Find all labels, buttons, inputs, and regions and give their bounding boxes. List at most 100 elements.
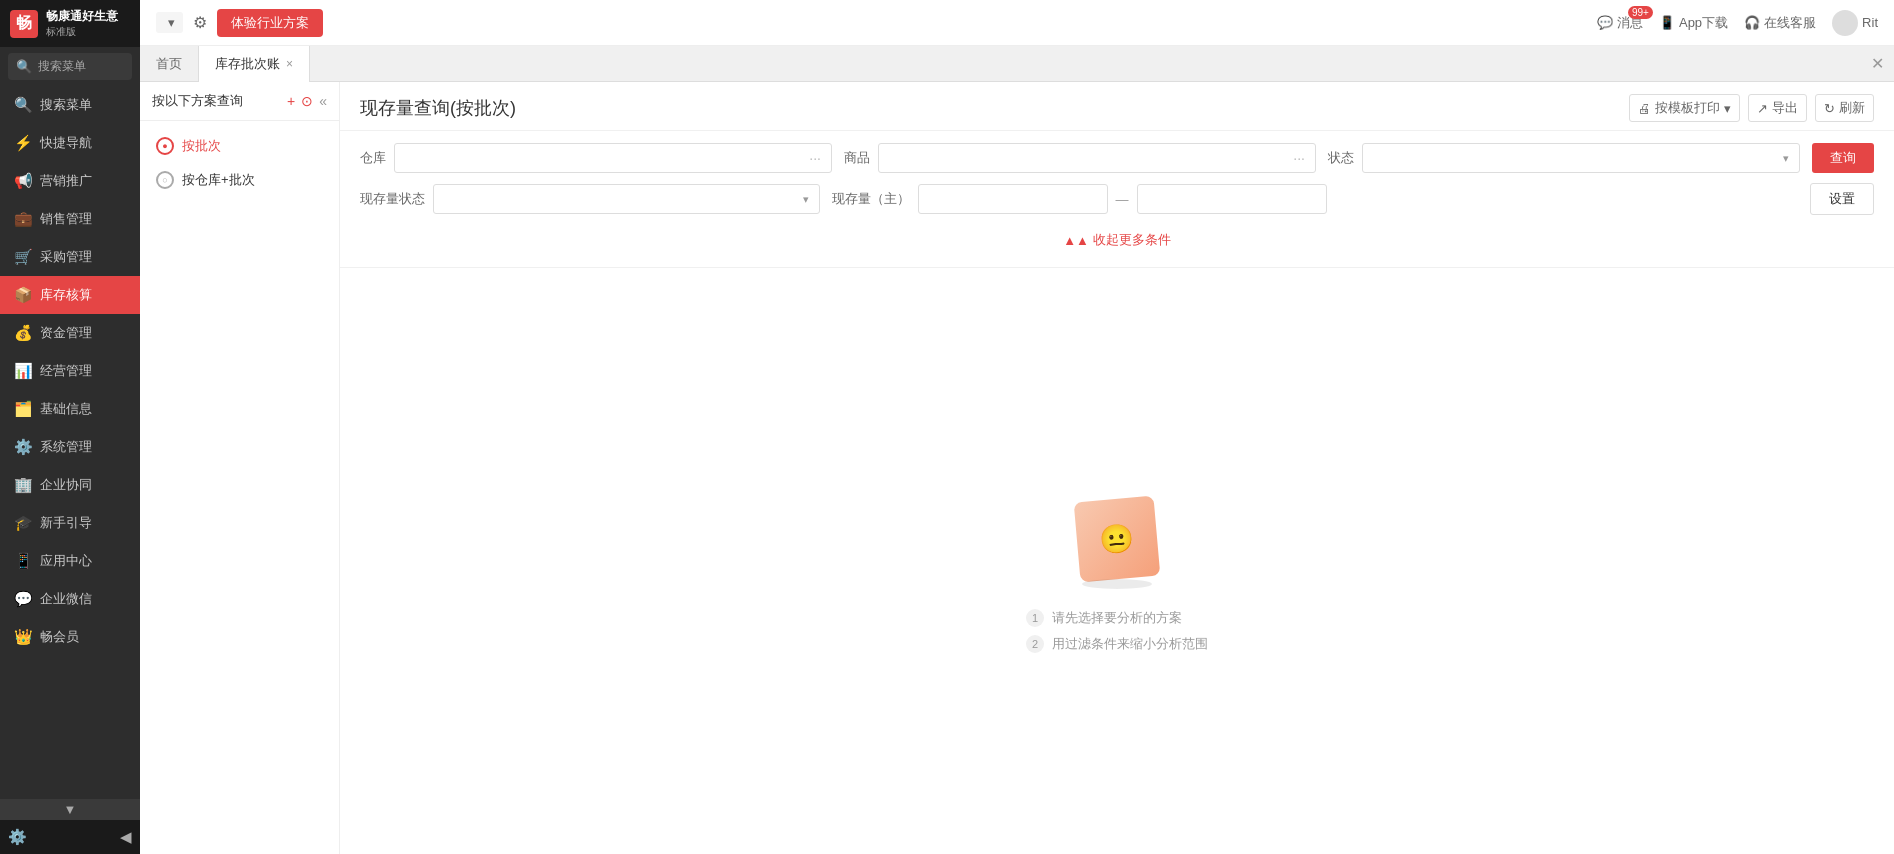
- sidebar-item-label-newbie: 新手引导: [40, 514, 92, 532]
- sidebar-item-basic[interactable]: 🗂️基础信息: [0, 390, 140, 428]
- product-dots[interactable]: ···: [1293, 150, 1305, 166]
- empty-state: 😐 1请先选择要分析的方案2用过滤条件来缩小分析范围: [340, 268, 1894, 854]
- marketing-icon: 📢: [14, 172, 32, 190]
- online-service-label: 在线客服: [1764, 14, 1816, 32]
- empty-tip: 2用过滤条件来缩小分析范围: [1026, 635, 1208, 653]
- sidebar-item-enterprise[interactable]: 🏢企业协同: [0, 466, 140, 504]
- tab-home[interactable]: 首页: [140, 46, 199, 82]
- sidebar-item-label-wechat: 企业微信: [40, 590, 92, 608]
- topbar-dropdown[interactable]: ▾: [156, 12, 183, 33]
- sidebar-item-marketing[interactable]: 📢营销推广: [0, 162, 140, 200]
- page-title: 现存量查询(按批次): [360, 96, 516, 120]
- scheme-item-by-batch[interactable]: ● 按批次: [140, 129, 339, 163]
- settings-button[interactable]: 设置: [1810, 183, 1874, 215]
- app-title-area: 畅康通好生意 标准版: [46, 8, 118, 39]
- collapse-filter-btn[interactable]: ▲▲ 收起更多条件: [360, 225, 1874, 255]
- left-panel-actions: + ⊙ «: [287, 93, 327, 109]
- sidebar-item-label-search: 搜索菜单: [40, 96, 92, 114]
- tip-num: 2: [1026, 635, 1044, 653]
- inventory-status-label: 现存量状态: [360, 190, 425, 208]
- product-label: 商品: [844, 149, 870, 167]
- topbar-settings-icon[interactable]: ⚙: [193, 13, 207, 32]
- add-scheme-btn[interactable]: +: [287, 93, 295, 109]
- trial-button[interactable]: 体验行业方案: [217, 9, 323, 37]
- empty-tips: 1请先选择要分析的方案2用过滤条件来缩小分析范围: [1026, 609, 1208, 653]
- sales-icon: 💼: [14, 210, 32, 228]
- inventory-status-select[interactable]: ▾: [433, 184, 820, 214]
- warehouse-dots[interactable]: ···: [809, 150, 821, 166]
- user-menu[interactable]: Rit: [1832, 10, 1878, 36]
- footer-collapse-icon[interactable]: ◀: [120, 828, 132, 846]
- sidebar-item-member[interactable]: 👑畅会员: [0, 618, 140, 656]
- topbar: ▾ ⚙ 体验行业方案 💬 消息 99+ 📱 App下载 🎧 在线客服 Rit: [140, 0, 1894, 46]
- tab-batch-inventory[interactable]: 库存批次账 ×: [199, 46, 310, 82]
- sidebar-item-purchase[interactable]: 🛒 采购管理: [0, 238, 140, 276]
- tab-close-icon[interactable]: ×: [286, 57, 293, 71]
- quantity-min-input[interactable]: [918, 184, 1108, 214]
- sidebar-item-inventory[interactable]: 📦库存核算: [0, 276, 140, 314]
- scheme-label-batch: 按批次: [182, 137, 221, 155]
- page-header: 现存量查询(按批次) 🖨 按模板打印 ▾ ↗ 导出 ↻ 刷新: [340, 82, 1894, 131]
- sidebar-item-appstore[interactable]: 📱应用中心: [0, 542, 140, 580]
- sidebar-item-label-operations: 经营管理: [40, 362, 92, 380]
- messages-btn[interactable]: 💬 消息 99+: [1597, 14, 1643, 32]
- close-panel-btn[interactable]: ✕: [1861, 54, 1894, 73]
- sidebar-item-sales[interactable]: 💼 销售管理: [0, 200, 140, 238]
- collapse-left-btn[interactable]: «: [319, 93, 327, 109]
- sidebar-item-operations[interactable]: 📊 经营管理: [0, 352, 140, 390]
- refresh-btn[interactable]: ↻ 刷新: [1815, 94, 1874, 122]
- purchase-icon: 🛒: [14, 248, 32, 266]
- sidebar-item-label-quicknav: 快捷导航: [40, 134, 92, 152]
- print-btn[interactable]: 🖨 按模板打印 ▾: [1629, 94, 1740, 122]
- search-icon: 🔍: [16, 59, 32, 74]
- status-select[interactable]: ▾: [1362, 143, 1800, 173]
- online-service-btn[interactable]: 🎧 在线客服: [1744, 14, 1816, 32]
- empty-face-icon: 😐: [1098, 521, 1136, 557]
- newbie-icon: 🎓: [14, 514, 32, 532]
- print-dropdown-icon: ▾: [1724, 101, 1731, 116]
- tab-home-label: 首页: [156, 55, 182, 73]
- product-field: 商品 ···: [844, 143, 1316, 173]
- sidebar-item-system[interactable]: ⚙️系统管理: [0, 428, 140, 466]
- empty-shadow: [1082, 579, 1152, 589]
- version-label: 标准版: [46, 25, 118, 39]
- sidebar-scroll-down[interactable]: ▼: [0, 799, 140, 820]
- enterprise-icon: 🏢: [14, 476, 32, 494]
- app-logo: 畅: [10, 10, 38, 38]
- warehouse-field: 仓库 ···: [360, 143, 832, 173]
- sidebar-item-label-system: 系统管理: [40, 438, 92, 456]
- search-menu[interactable]: 🔍 搜索菜单: [8, 53, 132, 80]
- filter-row-1: 仓库 ··· 商品 ··· 状态: [360, 143, 1874, 173]
- user-name: Rit: [1862, 15, 1878, 30]
- company-name: 畅康通好生意: [46, 8, 118, 25]
- page-header-actions: 🖨 按模板打印 ▾ ↗ 导出 ↻ 刷新: [1629, 94, 1874, 122]
- inv-status-chevron-icon: ▾: [803, 193, 809, 206]
- warehouse-input[interactable]: ···: [394, 143, 832, 173]
- scheme-item-by-warehouse-batch[interactable]: ○ 按仓库+批次: [140, 163, 339, 197]
- scheme-inactive-icon: ○: [156, 171, 174, 189]
- print-icon: 🖨: [1638, 101, 1651, 116]
- content-area: 按以下方案查询 + ⊙ « ● 按批次 ○ 按仓库+批次: [140, 82, 1894, 854]
- sidebar-item-label-purchase: 采购管理: [40, 248, 92, 266]
- inventory-quantity-label: 现存量（主）: [832, 190, 910, 208]
- app-download-btn[interactable]: 📱 App下载: [1659, 14, 1728, 32]
- sidebar-nav: 🔍搜索菜单⚡快捷导航📢营销推广 💼 销售管理 🛒 采购管理 📦库存核算💰资金管理 📊 经营管理…: [0, 86, 140, 799]
- app-download-label: App下载: [1679, 14, 1728, 32]
- scheme-settings-btn[interactable]: ⊙: [301, 93, 313, 109]
- sidebar-item-newbie[interactable]: 🎓 新手引导: [0, 504, 140, 542]
- sidebar-item-wechat[interactable]: 💬企业微信: [0, 580, 140, 618]
- export-btn[interactable]: ↗ 导出: [1748, 94, 1807, 122]
- operations-icon: 📊: [14, 362, 32, 380]
- left-panel: 按以下方案查询 + ⊙ « ● 按批次 ○ 按仓库+批次: [140, 82, 340, 854]
- sidebar-item-finance[interactable]: 💰资金管理: [0, 314, 140, 352]
- quantity-max-input[interactable]: [1137, 184, 1327, 214]
- status-chevron-icon: ▾: [1783, 152, 1789, 165]
- footer-settings-icon[interactable]: ⚙️: [8, 828, 27, 846]
- sidebar-item-quicknav[interactable]: ⚡快捷导航: [0, 124, 140, 162]
- filter-row-2: 现存量状态 ▾ 现存量（主） —: [360, 183, 1874, 215]
- product-input[interactable]: ···: [878, 143, 1316, 173]
- sidebar-item-search[interactable]: 🔍搜索菜单: [0, 86, 140, 124]
- collapse-label: 收起更多条件: [1093, 231, 1171, 249]
- sidebar-item-label-sales: 销售管理: [40, 210, 92, 228]
- query-button[interactable]: 查询: [1812, 143, 1874, 173]
